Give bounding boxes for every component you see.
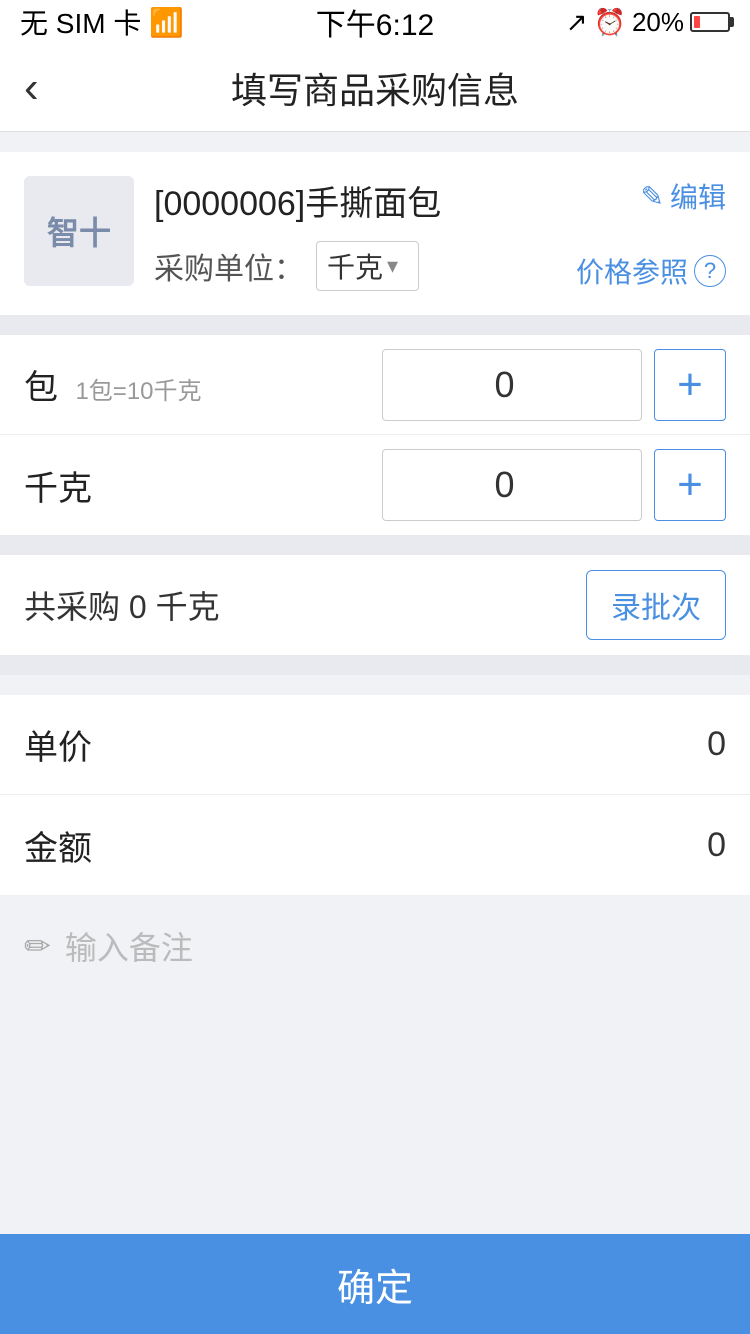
help-icon: ?	[694, 255, 726, 287]
summary-text: 共采购 0 千克	[24, 582, 586, 628]
edit-button[interactable]: ✎ 编辑	[641, 176, 726, 216]
pack-input-row: 包 1包=10千克 +	[0, 335, 750, 435]
status-left: 无 SIM 卡 📶	[20, 2, 184, 42]
divider-3	[0, 655, 750, 675]
pack-plus-button[interactable]: +	[654, 349, 726, 421]
batch-button[interactable]: 录批次	[586, 570, 726, 640]
edit-icon: ✎	[641, 180, 664, 213]
carrier-label: 无 SIM 卡	[20, 2, 141, 42]
unit-arrow-icon: ▾	[387, 253, 398, 279]
location-icon: ↗	[566, 7, 588, 38]
back-button[interactable]: ‹	[24, 66, 39, 110]
summary-row: 共采购 0 千克 录批次	[0, 555, 750, 655]
kg-input-row: 千克 +	[0, 435, 750, 535]
unit-label: 采购单位：	[154, 244, 304, 288]
product-card: 智十 [0000006]手撕面包 采购单位： 千克 ▾ ✎ 编辑 价格参照 ?	[0, 152, 750, 315]
status-bar: 无 SIM 卡 📶 下午6:12 ↗ ⏰ 20%	[0, 0, 750, 44]
confirm-bar[interactable]: 确定	[0, 1234, 750, 1334]
price-ref-button[interactable]: 价格参照 ?	[576, 251, 726, 291]
summary-section: 共采购 0 千克 录批次	[0, 535, 750, 675]
unit-price-value: 0	[707, 725, 726, 764]
pack-label: 包 1包=10千克	[24, 360, 382, 409]
kg-input-wrapper: +	[382, 449, 726, 521]
status-right: ↗ ⏰ 20%	[566, 7, 730, 38]
kg-input[interactable]	[382, 449, 642, 521]
confirm-button-label: 确定	[337, 1257, 413, 1312]
price-section: 单价 0 金额 0	[0, 695, 750, 895]
pack-sub: 1包=10千克	[75, 378, 201, 405]
nav-bar: ‹ 填写商品采购信息	[0, 44, 750, 132]
amount-value: 0	[707, 826, 726, 865]
pack-input-wrapper: +	[382, 349, 726, 421]
battery-percent: 20%	[632, 7, 684, 38]
divider-1	[0, 315, 750, 335]
unit-price-label: 单价	[24, 720, 707, 769]
kg-label: 千克	[24, 461, 382, 510]
remark-placeholder: 输入备注	[65, 923, 193, 969]
remark-section[interactable]: ✏ 输入备注	[0, 895, 750, 997]
pack-input[interactable]	[382, 349, 642, 421]
status-time: 下午6:12	[316, 0, 434, 44]
product-logo: 智十	[47, 208, 111, 254]
amount-label: 金额	[24, 821, 707, 870]
wifi-icon: 📶	[149, 6, 184, 39]
amount-row: 金额 0	[0, 795, 750, 895]
divider-2	[0, 535, 750, 555]
pencil-icon: ✏	[24, 927, 51, 965]
battery-icon	[690, 12, 730, 32]
product-image: 智十	[24, 176, 134, 286]
input-section: 包 1包=10千克 + 千克 +	[0, 335, 750, 535]
kg-plus-button[interactable]: +	[654, 449, 726, 521]
page-title: 填写商品采购信息	[231, 62, 519, 114]
unit-price-row: 单价 0	[0, 695, 750, 795]
alarm-icon: ⏰	[594, 7, 626, 38]
unit-select[interactable]: 千克 ▾	[316, 241, 419, 291]
